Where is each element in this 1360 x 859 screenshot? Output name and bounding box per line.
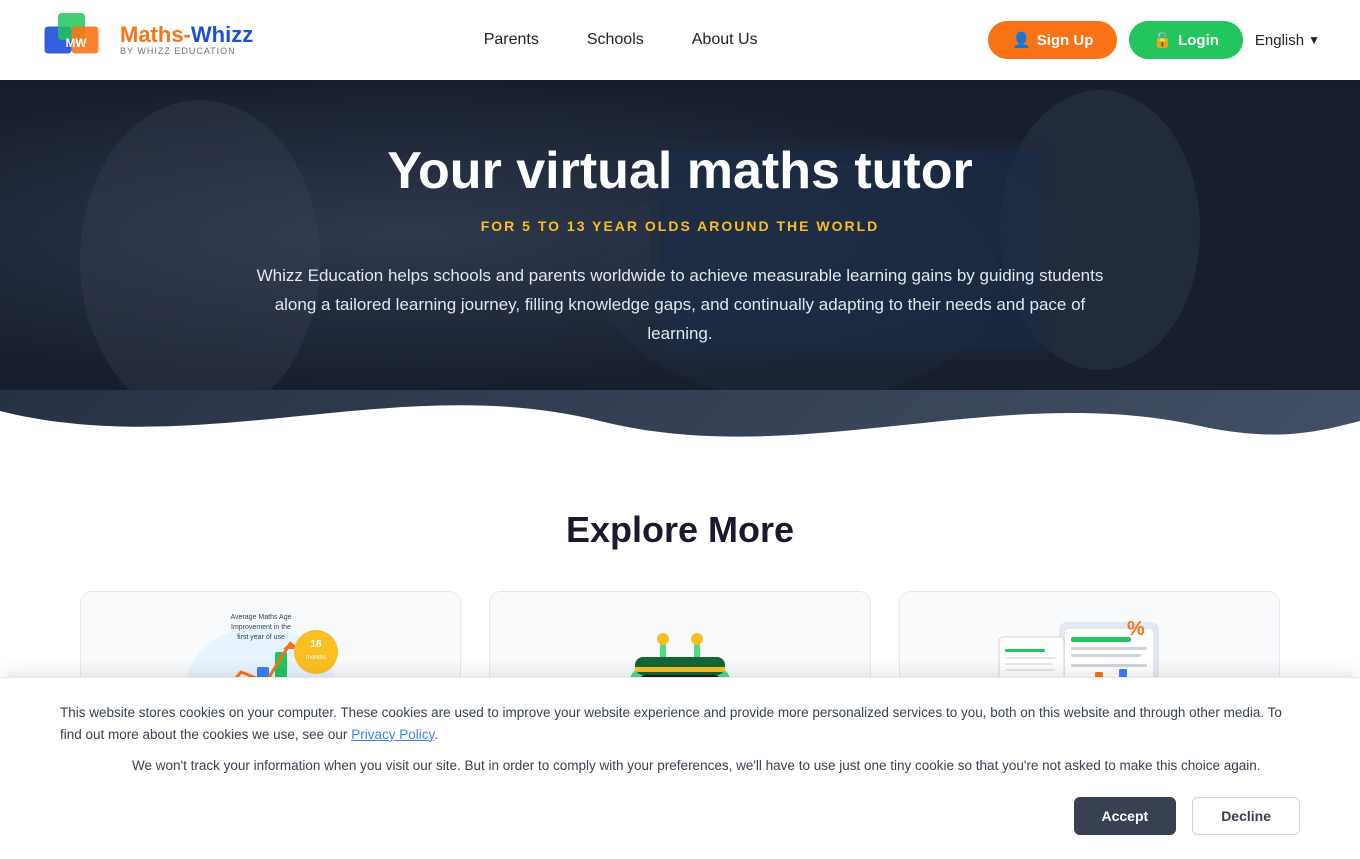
login-label: Login	[1178, 32, 1219, 49]
nav-links: Parents Schools About Us	[464, 23, 778, 57]
hero-content: Your virtual maths tutor FOR 5 TO 13 YEA…	[250, 140, 1110, 349]
svg-text:first year of use: first year of use	[237, 634, 285, 641]
logo-whizz: Whizz	[191, 22, 253, 47]
logo-icon: MW	[40, 4, 112, 76]
nav-parents[interactable]: Parents	[464, 23, 559, 57]
language-selector[interactable]: English ▼	[1255, 32, 1320, 49]
hero-title: Your virtual maths tutor	[250, 140, 1110, 202]
navbar: MW Maths-Whizz by WHIZZ EDUCATION Parent…	[0, 0, 1360, 80]
person-icon: 👤	[1012, 31, 1031, 49]
language-label: English	[1255, 32, 1304, 49]
privacy-policy-link[interactable]: Privacy Policy	[351, 727, 434, 742]
cookie-banner: This website stores cookies on your comp…	[0, 677, 1360, 859]
svg-text:Improvement in the: Improvement in the	[231, 624, 291, 631]
svg-text:18: 18	[310, 639, 322, 650]
cookie-main-text: This website stores cookies on your comp…	[60, 702, 1300, 745]
svg-text:%: %	[1127, 618, 1145, 640]
accept-button[interactable]: Accept	[1074, 797, 1177, 835]
logo-subtitle: by WHIZZ EDUCATION	[120, 47, 253, 57]
svg-text:months: months	[306, 655, 326, 661]
hero-section: Your virtual maths tutor FOR 5 TO 13 YEA…	[0, 80, 1360, 449]
svg-text:Average Maths Age: Average Maths Age	[230, 614, 291, 621]
hero-subtitle: FOR 5 TO 13 YEAR OLDS AROUND THE WORLD	[250, 218, 1110, 234]
explore-title: Explore More	[80, 509, 1280, 551]
cookie-text-content: This website stores cookies on your comp…	[60, 705, 1282, 742]
signup-label: Sign Up	[1037, 32, 1094, 49]
svg-text:MW: MW	[66, 37, 88, 50]
chevron-down-icon: ▼	[1308, 33, 1320, 47]
cookie-buttons: Accept Decline	[60, 797, 1300, 835]
decline-button[interactable]: Decline	[1192, 797, 1300, 835]
logo[interactable]: MW Maths-Whizz by WHIZZ EDUCATION	[40, 4, 253, 76]
login-button[interactable]: 🔓 Login	[1129, 21, 1243, 59]
nav-schools[interactable]: Schools	[567, 23, 664, 57]
nav-actions: 👤 Sign Up 🔓 Login English ▼	[988, 21, 1320, 59]
hero-description: Whizz Education helps schools and parent…	[250, 262, 1110, 349]
cookie-secondary-text: We won't track your information when you…	[132, 755, 1300, 777]
hero-wave	[0, 371, 1360, 449]
logo-brand: Maths-Whizz	[120, 23, 253, 47]
signup-button[interactable]: 👤 Sign Up	[988, 21, 1117, 59]
logo-text: Maths-Whizz by WHIZZ EDUCATION	[120, 23, 253, 57]
login-icon: 🔓	[1153, 31, 1172, 49]
nav-about-us[interactable]: About Us	[672, 23, 778, 57]
